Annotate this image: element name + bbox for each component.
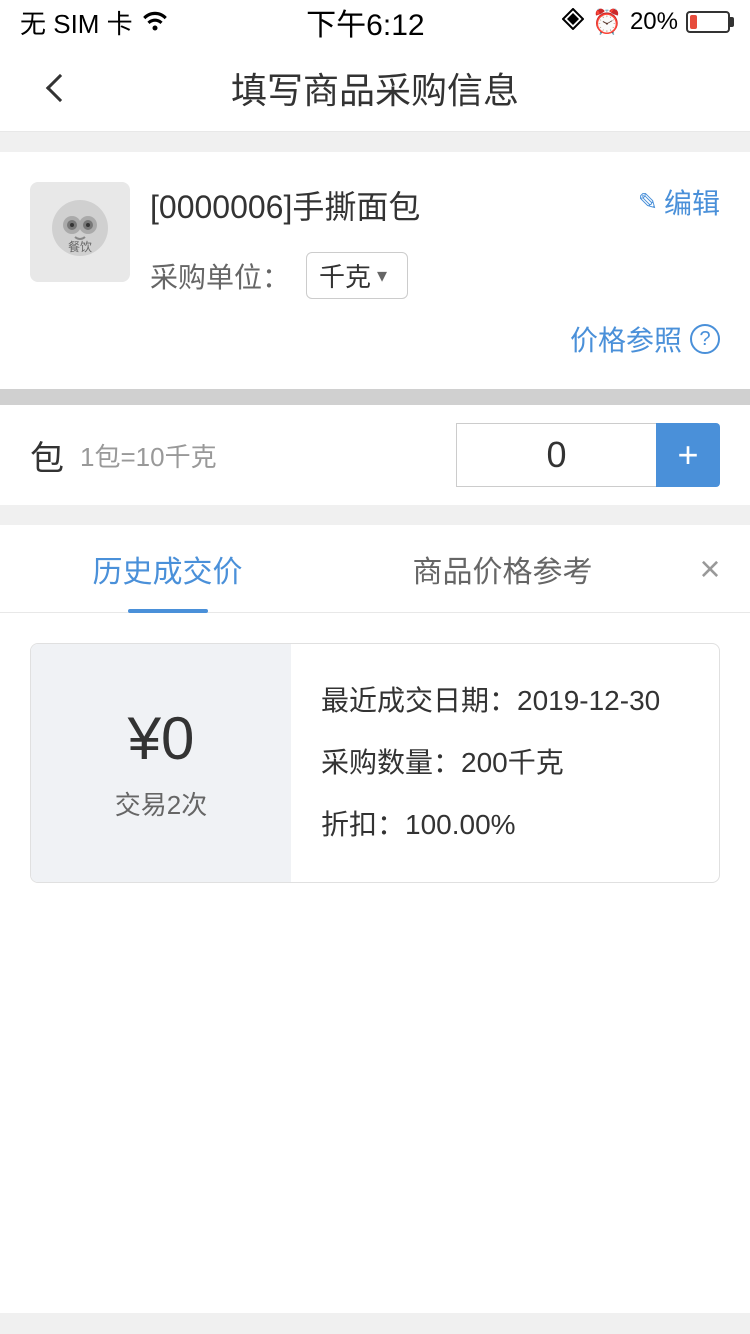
alarm-icon: ⏰: [592, 8, 622, 37]
unit-selector[interactable]: 千克 ▾: [306, 252, 408, 299]
edit-icon: ✎: [638, 188, 658, 217]
quantity-row: 包 1包=10千克 0 +: [0, 405, 750, 505]
page-title: 填写商品采购信息: [231, 62, 519, 114]
price-detail-panel: 最近成交日期：2019-12-30 采购数量：200千克 折扣：100.00%: [291, 644, 719, 882]
currency-symbol: ¥: [128, 705, 161, 772]
location-icon: [562, 8, 584, 37]
tab-history-price-label: 历史成交价: [93, 547, 243, 591]
status-bar: 无 SIM 卡 下午6:12 ⏰ 20%: [0, 0, 750, 44]
tab-history-price[interactable]: 历史成交价: [0, 525, 335, 613]
purchase-quantity: 采购数量：200千克: [321, 742, 689, 784]
edit-label: 编辑: [664, 182, 720, 222]
unit-value: 千克: [319, 257, 371, 294]
discount: 折扣：100.00%: [321, 804, 689, 846]
plus-icon: +: [677, 437, 698, 473]
back-button[interactable]: [30, 58, 90, 118]
status-left: 无 SIM 卡: [20, 4, 169, 41]
price-card-section: ¥0 交易2次 最近成交日期：2019-12-30 采购数量：200千克 折扣：…: [0, 613, 750, 1313]
page-header: 填写商品采购信息: [0, 44, 750, 132]
quantity-label: 包 1包=10千克: [30, 431, 217, 480]
edit-button[interactable]: ✎ 编辑: [638, 182, 720, 222]
trade-count: 交易2次: [115, 785, 207, 822]
sim-status: 无 SIM 卡: [20, 4, 133, 41]
status-time: 下午6:12: [306, 0, 424, 44]
tabs-close-button[interactable]: ×: [670, 525, 750, 613]
section-divider: [0, 389, 750, 405]
product-logo-icon: 餐饮: [45, 193, 115, 271]
quantity-plus-button[interactable]: +: [656, 423, 720, 487]
back-arrow-icon: [46, 73, 74, 101]
quantity-control: 0 +: [456, 423, 720, 487]
wifi-icon: [141, 7, 169, 38]
unit-conversion: 1包=10千克: [80, 437, 217, 474]
price-reference-button[interactable]: 价格参照 ?: [570, 319, 720, 359]
price-summary-panel: ¥0 交易2次: [31, 644, 291, 882]
product-card: 餐饮 [0000006]手撕面包 采购单位： 千克 ▾ ✎ 编辑: [0, 152, 750, 389]
price-amount: ¥0: [128, 704, 195, 773]
status-right: ⏰ 20%: [562, 8, 730, 37]
product-name: [0000006]手撕面包: [150, 182, 638, 228]
unit-dropdown-arrow: ▾: [377, 263, 387, 288]
product-thumbnail: 餐饮: [30, 182, 130, 282]
help-icon: ?: [690, 324, 720, 354]
price-ref-label: 价格参照: [570, 319, 682, 359]
unit-name: 包: [30, 431, 64, 480]
battery-icon: [686, 11, 730, 33]
battery-percent: 20%: [630, 8, 678, 36]
price-card: ¥0 交易2次 最近成交日期：2019-12-30 采购数量：200千克 折扣：…: [30, 643, 720, 883]
svg-text:餐饮: 餐饮: [68, 239, 92, 254]
quantity-input[interactable]: 0: [456, 423, 656, 487]
unit-label: 采购单位：: [150, 256, 290, 296]
tab-active-indicator: [128, 609, 208, 613]
tabs-header: 历史成交价 商品价格参考 ×: [0, 525, 750, 613]
tab-price-reference-label: 商品价格参考: [413, 547, 593, 591]
product-info: [0000006]手撕面包 采购单位： 千克 ▾: [150, 182, 638, 299]
last-trade-date: 最近成交日期：2019-12-30: [321, 680, 689, 722]
price-value: 0: [161, 705, 194, 772]
tabs-section: 历史成交价 商品价格参考 × ¥0 交易2次 最近成交日期：2019-12-30…: [0, 525, 750, 1313]
close-icon: ×: [699, 551, 720, 587]
tab-price-reference[interactable]: 商品价格参考: [335, 525, 670, 613]
